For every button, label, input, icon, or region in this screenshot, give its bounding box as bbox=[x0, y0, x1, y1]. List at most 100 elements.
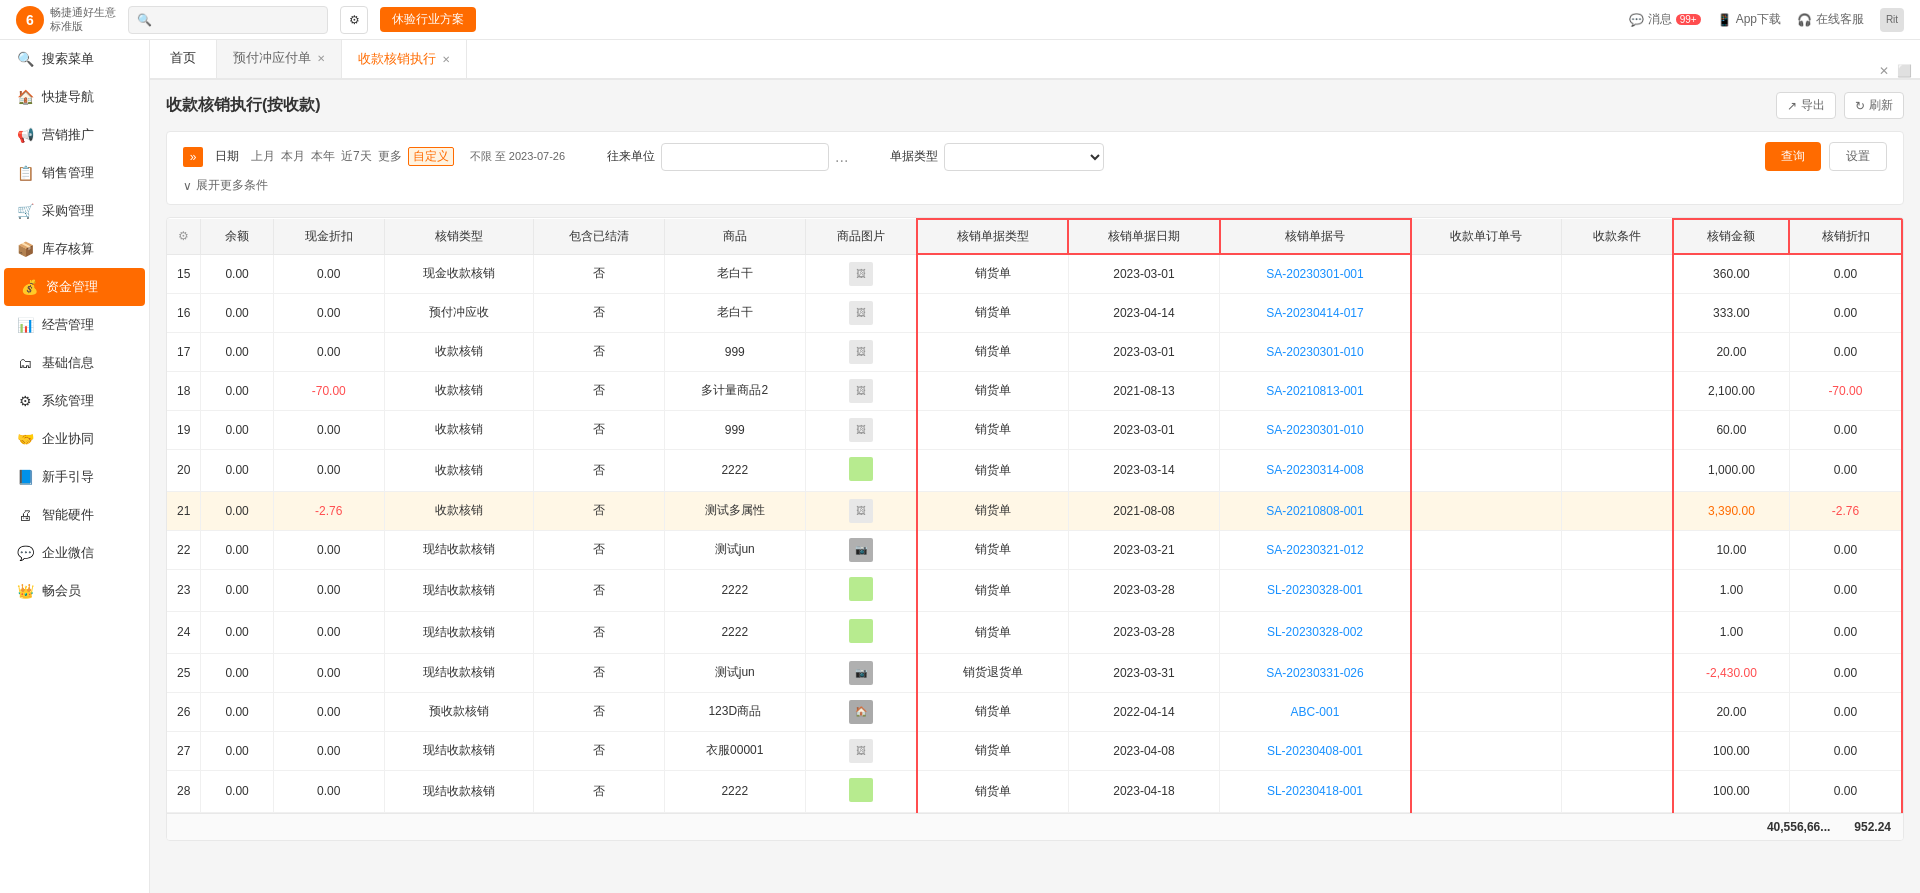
date-this-year[interactable]: 本年 bbox=[311, 148, 335, 165]
industry-btn[interactable]: 休验行业方案 bbox=[380, 7, 476, 32]
refresh-btn[interactable]: ↻ 刷新 bbox=[1844, 92, 1904, 119]
row-cancel-discount: 0.00 bbox=[1789, 653, 1902, 692]
row-cancel-doc-no[interactable]: SL-20230418-001 bbox=[1220, 770, 1411, 812]
row-goods: 测试jun bbox=[664, 653, 805, 692]
from-unit-input[interactable] bbox=[661, 143, 829, 171]
row-cancel-doc-no[interactable]: SA-20230301-010 bbox=[1220, 410, 1411, 449]
tab-close-cancel[interactable]: ✕ bbox=[442, 54, 450, 65]
row-cancel-doc-no[interactable]: SA-20230301-001 bbox=[1220, 254, 1411, 293]
row-cancel-doc-no[interactable]: SA-20230414-017 bbox=[1220, 293, 1411, 332]
tab-maximize-icon[interactable]: ⬜ bbox=[1897, 64, 1912, 78]
sidebar-item-system[interactable]: ⚙ 系统管理 bbox=[0, 382, 149, 420]
table-row: 18 0.00 -70.00 收款核销 否 多计量商品2 🖼 销货单 2021-… bbox=[167, 371, 1902, 410]
row-goods-img: 🖼 bbox=[805, 731, 917, 770]
row-include-cleared: 否 bbox=[534, 530, 664, 569]
row-balance: 0.00 bbox=[201, 692, 273, 731]
tab-close-all-icon[interactable]: ✕ bbox=[1879, 64, 1889, 78]
sidebar-item-quick-nav[interactable]: 🏠 快捷导航 bbox=[0, 78, 149, 116]
row-cash-discount: 0.00 bbox=[273, 293, 384, 332]
row-id: 19 bbox=[167, 410, 201, 449]
sidebar-item-basic-info[interactable]: 🗂 基础信息 bbox=[0, 344, 149, 382]
sidebar-item-wechat[interactable]: 💬 企业微信 bbox=[0, 534, 149, 572]
row-id: 27 bbox=[167, 731, 201, 770]
row-cancel-amount: 333.00 bbox=[1673, 293, 1789, 332]
row-include-cleared: 否 bbox=[534, 410, 664, 449]
expand-more[interactable]: ∨ 展开更多条件 bbox=[183, 177, 1887, 194]
row-include-cleared: 否 bbox=[534, 770, 664, 812]
row-cash-discount: 0.00 bbox=[273, 449, 384, 491]
row-cancel-doc-no[interactable]: SA-20210808-001 bbox=[1220, 491, 1411, 530]
row-cancel-doc-type: 销货单 bbox=[917, 293, 1068, 332]
marketing-icon: 📢 bbox=[16, 126, 34, 144]
filter-settings-btn[interactable]: 设置 bbox=[1829, 142, 1887, 171]
th-receipt-condition: 收款条件 bbox=[1561, 219, 1673, 254]
sidebar-item-inventory[interactable]: 📦 库存核算 bbox=[0, 230, 149, 268]
row-cancel-doc-no[interactable]: SA-20230331-026 bbox=[1220, 653, 1411, 692]
date-custom[interactable]: 自定义 bbox=[408, 147, 454, 166]
row-cancel-doc-no[interactable]: ABC-001 bbox=[1220, 692, 1411, 731]
table-row: 26 0.00 0.00 预收款核销 否 123D商品 🏠 销货单 2022-0… bbox=[167, 692, 1902, 731]
global-search[interactable]: 🔍 bbox=[128, 6, 328, 34]
row-cancel-amount: 10.00 bbox=[1673, 530, 1789, 569]
row-cancel-doc-no[interactable]: SA-20210813-001 bbox=[1220, 371, 1411, 410]
row-cancel-doc-no[interactable]: SA-20230314-008 bbox=[1220, 449, 1411, 491]
app-download-btn[interactable]: 📱 App下载 bbox=[1717, 11, 1781, 28]
from-unit-field: 往来单位 ... bbox=[607, 143, 848, 171]
date-7days[interactable]: 近7天 bbox=[341, 148, 372, 165]
row-receipt-order-no bbox=[1411, 611, 1561, 653]
export-btn[interactable]: ↗ 导出 bbox=[1776, 92, 1836, 119]
date-last-month[interactable]: 上月 bbox=[251, 148, 275, 165]
row-include-cleared: 否 bbox=[534, 332, 664, 371]
row-receipt-condition bbox=[1561, 491, 1673, 530]
row-cancel-doc-no[interactable]: SL-20230328-001 bbox=[1220, 569, 1411, 611]
sidebar-item-purchase[interactable]: 🛒 采购管理 bbox=[0, 192, 149, 230]
row-receipt-order-no bbox=[1411, 653, 1561, 692]
sidebar-item-hardware[interactable]: 🖨 智能硬件 bbox=[0, 496, 149, 534]
row-cancel-doc-no[interactable]: SL-20230408-001 bbox=[1220, 731, 1411, 770]
search-btn[interactable]: 查询 bbox=[1765, 142, 1821, 171]
row-cancel-doc-type: 销货单 bbox=[917, 332, 1068, 371]
row-cancel-doc-no[interactable]: SA-20230321-012 bbox=[1220, 530, 1411, 569]
notifications-btn[interactable]: 💬 消息 99+ bbox=[1629, 11, 1701, 28]
row-cancel-doc-no[interactable]: SA-20230301-010 bbox=[1220, 332, 1411, 371]
row-balance: 0.00 bbox=[201, 569, 273, 611]
row-cash-discount: 0.00 bbox=[273, 692, 384, 731]
filter-dates: 上月 本月 本年 近7天 更多 自定义 bbox=[251, 147, 454, 166]
sidebar-item-marketing[interactable]: 📢 营销推广 bbox=[0, 116, 149, 154]
sidebar-item-finance[interactable]: 💰 资金管理 bbox=[4, 268, 145, 306]
sidebar-item-member[interactable]: 👑 畅会员 bbox=[0, 572, 149, 610]
row-balance: 0.00 bbox=[201, 332, 273, 371]
row-include-cleared: 否 bbox=[534, 254, 664, 293]
row-goods-img: 🖼 bbox=[805, 293, 917, 332]
tab-prepay[interactable]: 预付冲应付单 ✕ bbox=[217, 40, 342, 78]
tab-cancel[interactable]: 收款核销执行 ✕ bbox=[342, 40, 467, 78]
row-include-cleared: 否 bbox=[534, 371, 664, 410]
sidebar-item-operations[interactable]: 📊 经营管理 bbox=[0, 306, 149, 344]
tab-close-prepay[interactable]: ✕ bbox=[317, 53, 325, 64]
th-settings[interactable]: ⚙ bbox=[167, 219, 201, 254]
row-cancel-doc-type: 销货单 bbox=[917, 731, 1068, 770]
sidebar-item-sales[interactable]: 📋 销售管理 bbox=[0, 154, 149, 192]
from-unit-dots[interactable]: ... bbox=[835, 148, 848, 166]
voucher-type-select[interactable] bbox=[944, 143, 1104, 171]
sidebar-item-enterprise[interactable]: 🤝 企业协同 bbox=[0, 420, 149, 458]
goods-thumb: 🏠 bbox=[849, 700, 873, 724]
gear-icon[interactable]: ⚙ bbox=[178, 229, 189, 243]
sidebar-item-guide[interactable]: 📘 新手引导 bbox=[0, 458, 149, 496]
tab-home[interactable]: 首页 bbox=[150, 40, 217, 78]
row-cancel-doc-no[interactable]: SL-20230328-002 bbox=[1220, 611, 1411, 653]
row-receipt-condition bbox=[1561, 332, 1673, 371]
filter-toggle[interactable]: » bbox=[183, 147, 203, 167]
date-more[interactable]: 更多 bbox=[378, 148, 402, 165]
date-this-month[interactable]: 本月 bbox=[281, 148, 305, 165]
row-receipt-order-no bbox=[1411, 770, 1561, 812]
settings-icon[interactable]: ⚙ bbox=[340, 6, 368, 34]
search-icon: 🔍 bbox=[16, 50, 34, 68]
row-id: 25 bbox=[167, 653, 201, 692]
avatar[interactable]: Rit bbox=[1880, 8, 1904, 32]
row-cancel-doc-date: 2021-08-08 bbox=[1068, 491, 1219, 530]
online-service-btn[interactable]: 🎧 在线客服 bbox=[1797, 11, 1864, 28]
sidebar-item-search[interactable]: 🔍 搜索菜单 bbox=[0, 40, 149, 78]
logo-text: 畅捷通好生意 标准版 bbox=[50, 6, 116, 32]
table-row: 28 0.00 0.00 现结收款核销 否 2222 销货单 2023-04-1… bbox=[167, 770, 1902, 812]
